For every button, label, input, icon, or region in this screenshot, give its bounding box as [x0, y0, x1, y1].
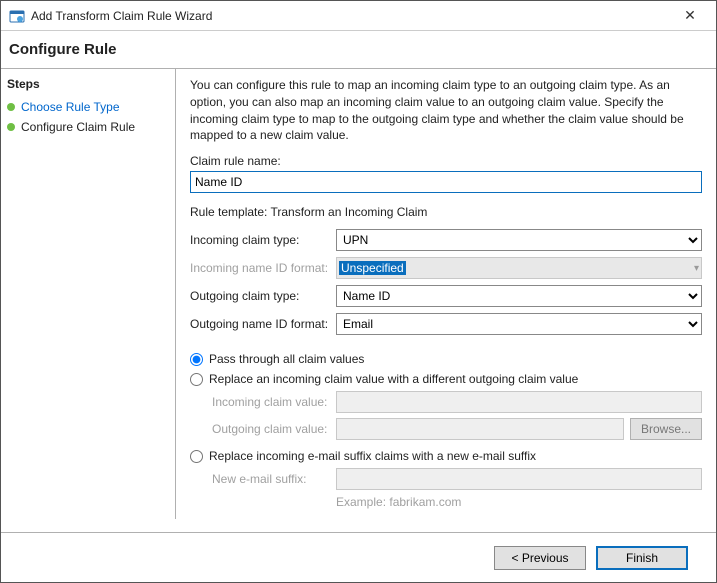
claim-value-radio-group: Pass through all claim values Replace an… [190, 349, 702, 509]
steps-heading: Steps [7, 77, 169, 91]
radio-replace-suffix-label: Replace incoming e-mail suffix claims wi… [209, 449, 536, 463]
radio-replace-value-label: Replace an incoming claim value with a d… [209, 372, 578, 386]
form-content: You can configure this rule to map an in… [176, 69, 716, 519]
previous-button[interactable]: < Previous [494, 546, 586, 570]
outgoing-claim-type-select[interactable]: Name ID [336, 285, 702, 307]
button-bar: < Previous Finish [1, 532, 716, 582]
step-label: Configure Claim Rule [21, 120, 135, 134]
new-email-suffix-input [336, 468, 702, 490]
radio-pass-through-input[interactable] [190, 353, 203, 366]
description-text: You can configure this rule to map an in… [190, 77, 702, 144]
step-configure-claim-rule[interactable]: Configure Claim Rule [7, 117, 169, 137]
incoming-name-id-format-select: Unspecified ▾ [336, 257, 702, 279]
radio-replace-value[interactable]: Replace an incoming claim value with a d… [190, 369, 702, 389]
outgoing-claim-value-input [336, 418, 624, 440]
incoming-name-id-format-label: Incoming name ID format: [190, 261, 330, 275]
incoming-claim-value-label: Incoming claim value: [212, 395, 330, 409]
page-title: Configure Rule [1, 31, 716, 69]
radio-pass-through[interactable]: Pass through all claim values [190, 349, 702, 369]
radio-pass-through-label: Pass through all claim values [209, 352, 364, 366]
step-status-icon [7, 103, 15, 111]
main-area: Steps Choose Rule Type Configure Claim R… [1, 69, 716, 519]
finish-button[interactable]: Finish [596, 546, 688, 570]
incoming-name-id-format-value: Unspecified [339, 261, 406, 275]
outgoing-claim-type-label: Outgoing claim type: [190, 289, 330, 303]
steps-sidebar: Steps Choose Rule Type Configure Claim R… [1, 69, 176, 519]
incoming-claim-type-label: Incoming claim type: [190, 233, 330, 247]
window-title: Add Transform Claim Rule Wizard [31, 9, 672, 23]
close-button[interactable]: ✕ [672, 7, 708, 24]
title-bar: Add Transform Claim Rule Wizard ✕ [1, 1, 716, 31]
chevron-down-icon: ▾ [694, 263, 699, 274]
email-suffix-example: Example: fabrikam.com [336, 495, 702, 509]
radio-replace-suffix[interactable]: Replace incoming e-mail suffix claims wi… [190, 446, 702, 466]
outgoing-name-id-format-label: Outgoing name ID format: [190, 317, 330, 331]
claim-rule-name-input[interactable] [190, 171, 702, 193]
incoming-claim-value-input [336, 391, 702, 413]
outgoing-claim-value-label: Outgoing claim value: [212, 422, 330, 436]
step-status-icon [7, 123, 15, 131]
rule-template-text: Rule template: Transform an Incoming Cla… [190, 205, 702, 219]
wizard-icon [9, 8, 25, 24]
step-choose-rule-type[interactable]: Choose Rule Type [7, 97, 169, 117]
radio-replace-value-input[interactable] [190, 373, 203, 386]
radio-replace-suffix-input[interactable] [190, 450, 203, 463]
step-link[interactable]: Choose Rule Type [21, 100, 120, 114]
new-email-suffix-label: New e-mail suffix: [212, 472, 330, 486]
outgoing-name-id-format-select[interactable]: Email [336, 313, 702, 335]
claim-rule-name-label: Claim rule name: [190, 154, 702, 168]
browse-button: Browse... [630, 418, 702, 440]
incoming-claim-type-select[interactable]: UPN [336, 229, 702, 251]
